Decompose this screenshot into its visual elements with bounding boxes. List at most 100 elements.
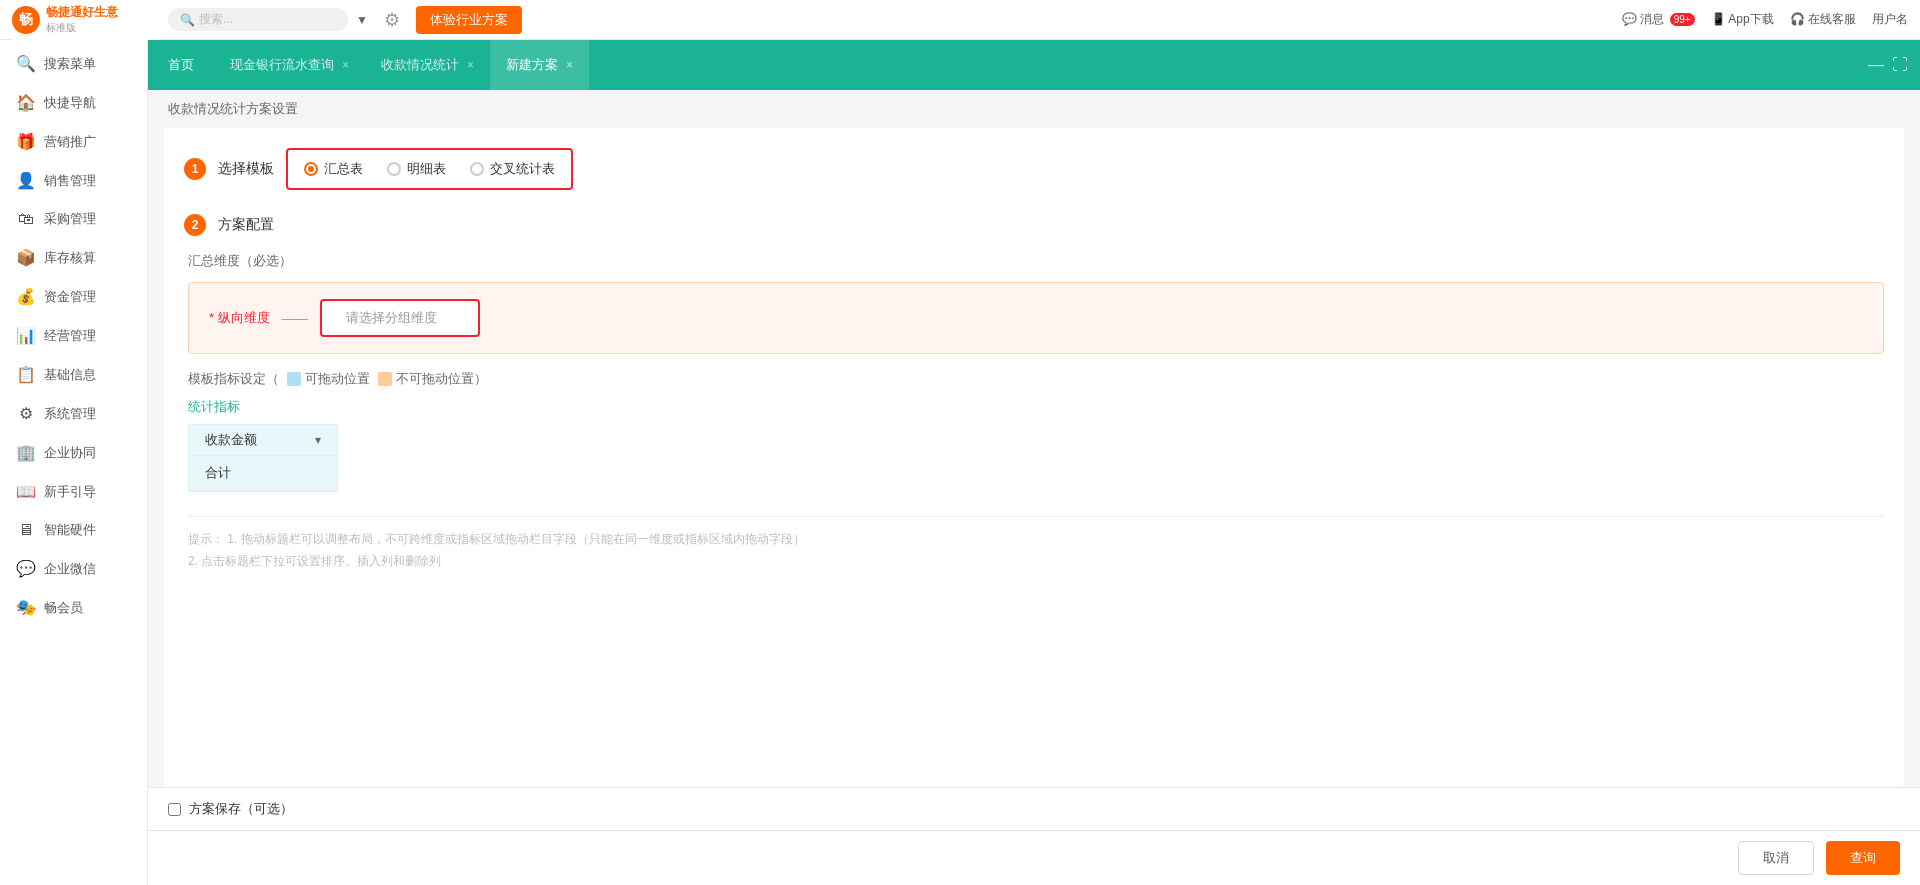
settings-icon[interactable]: ⚙ (384, 9, 400, 31)
basic-icon: 📋 (16, 365, 36, 384)
draggable-badge (287, 372, 301, 386)
save-checkbox[interactable] (168, 803, 181, 816)
non-draggable-badge (378, 372, 392, 386)
sidebar-item-marketing[interactable]: 🎁 营销推广 (0, 122, 147, 161)
top-search-bar: 🔍 搜索... (168, 8, 348, 31)
hardware-icon: 🖥 (16, 521, 36, 539)
message-icon: 💬 (1622, 12, 1637, 26)
dimension-section-label: 汇总维度（必选） (188, 252, 1884, 270)
radio-summary-circle (304, 162, 318, 176)
logo-area: 畅 畅捷通好生意 标准版 (12, 0, 160, 45)
sidebar-nav: 🔍 搜索菜单 🏠 快捷导航 🎁 营销推广 👤 销售管理 🛍 采购管理 📦 (0, 40, 147, 885)
tab-minimize-icon[interactable]: — (1868, 56, 1884, 74)
sidebar-label-finance: 资金管理 (44, 288, 96, 306)
metrics-chevron-icon: ▾ (315, 433, 321, 447)
sidebar-item-inventory[interactable]: 📦 库存核算 (0, 238, 147, 277)
cancel-button[interactable]: 取消 (1738, 841, 1814, 875)
tab-new[interactable]: 新建方案 × (490, 40, 589, 90)
sidebar-label-wechat: 企业微信 (44, 560, 96, 578)
sidebar-item-search[interactable]: 🔍 搜索菜单 (0, 44, 147, 83)
tab-new-close[interactable]: × (566, 58, 573, 72)
tab-expand-icon[interactable]: ⛶ (1892, 56, 1908, 74)
download-area[interactable]: 📱 App下载 (1711, 11, 1774, 28)
sidebar-item-operation[interactable]: 📊 经营管理 (0, 316, 147, 355)
dimension-row: * 纵向维度 —— 请选择分组维度 (209, 299, 1863, 337)
user-name: 用户名 (1872, 11, 1908, 28)
sidebar-label-operation: 经营管理 (44, 327, 96, 345)
dimension-placeholder-btn[interactable]: 请选择分组维度 (320, 299, 480, 337)
sidebar-label-sales: 销售管理 (44, 172, 96, 190)
sidebar-item-member[interactable]: 🎭 畅会员 (0, 588, 147, 627)
action-bar: 取消 查询 (148, 830, 1920, 885)
message-area[interactable]: 💬 消息 99+ (1622, 11, 1695, 28)
top-bar-right: 💬 消息 99+ 📱 App下载 🎧 在线客服 用户名 (1622, 11, 1908, 28)
sidebar-item-wechat[interactable]: 💬 企业微信 (0, 549, 147, 588)
radio-detail-label: 明细表 (407, 160, 446, 178)
support-area[interactable]: 🎧 在线客服 (1790, 11, 1856, 28)
tip-title: 提示： 1. 拖动标题栏可以调整布局，不可跨维度或指标区域拖动栏目字段（只能在同… (188, 529, 1884, 551)
sidebar-item-collab[interactable]: 🏢 企业协同 (0, 433, 147, 472)
purchase-icon: 🛍 (16, 210, 36, 228)
sidebar-label-search: 搜索菜单 (44, 55, 96, 73)
metrics-group-label: 统计指标 (188, 398, 1884, 416)
radio-cross-circle (470, 162, 484, 176)
form-container: 1 选择模板 汇总表 明细表 (164, 128, 1904, 787)
sidebar-item-hardware[interactable]: 🖥 智能硬件 (0, 511, 147, 549)
marketing-icon: 🎁 (16, 132, 36, 151)
tab-bank-close[interactable]: × (342, 58, 349, 72)
sidebar-label-inventory: 库存核算 (44, 249, 96, 267)
content-area: 首页 现金银行流水查询 × 收款情况统计 × 新建方案 × — ⛶ 收款情况统计… (148, 40, 1920, 885)
tab-bar-right: — ⛶ (1868, 56, 1920, 74)
system-icon: ⚙ (16, 404, 36, 423)
dimension-arrow: —— (282, 311, 308, 326)
tab-bank[interactable]: 现金银行流水查询 × (214, 40, 365, 90)
radio-detail-circle (387, 162, 401, 176)
quick-nav-icon: 🏠 (16, 93, 36, 112)
dropdown-arrow[interactable]: ▼ (356, 13, 368, 27)
page-content: 收款情况统计方案设置 1 选择模板 汇总表 (148, 90, 1920, 830)
tab-receipt[interactable]: 收款情况统计 × (365, 40, 490, 90)
sidebar-item-sales[interactable]: 👤 销售管理 (0, 161, 147, 200)
main-layout: 🔍 搜索菜单 🏠 快捷导航 🎁 营销推广 👤 销售管理 🛍 采购管理 📦 (0, 40, 1920, 885)
tab-home[interactable]: 首页 (148, 40, 214, 90)
download-icon: 📱 (1711, 12, 1726, 26)
radio-cross-label: 交叉统计表 (490, 160, 555, 178)
radio-detail[interactable]: 明细表 (387, 160, 446, 178)
radio-summary[interactable]: 汇总表 (304, 160, 363, 178)
tip-line2: 2. 点击标题栏下拉可设置排序、插入列和删除列 (188, 551, 1884, 573)
metrics-table-header[interactable]: 收款金额 ▾ (189, 425, 337, 456)
step2-title: 方案配置 (218, 216, 274, 234)
message-badge: 99+ (1670, 13, 1695, 26)
tab-receipt-close[interactable]: × (467, 58, 474, 72)
search-menu-icon: 🔍 (16, 54, 36, 73)
sidebar-item-purchase[interactable]: 🛍 采购管理 (0, 200, 147, 238)
trial-btn[interactable]: 体验行业方案 (416, 6, 522, 34)
query-button[interactable]: 查询 (1826, 841, 1900, 875)
guide-icon: 📖 (16, 482, 36, 501)
tips-section: 提示： 1. 拖动标题栏可以调整布局，不可跨维度或指标区域拖动栏目字段（只能在同… (188, 516, 1884, 572)
radio-cross[interactable]: 交叉统计表 (470, 160, 555, 178)
sidebar-label-basic: 基础信息 (44, 366, 96, 384)
sidebar-item-finance[interactable]: 💰 资金管理 (0, 277, 147, 316)
sidebar-item-basic[interactable]: 📋 基础信息 (0, 355, 147, 394)
sidebar-item-system[interactable]: ⚙ 系统管理 (0, 394, 147, 433)
sidebar-label-system: 系统管理 (44, 405, 96, 423)
sidebar-item-quick[interactable]: 🏠 快捷导航 (0, 83, 147, 122)
tab-bar: 首页 现金银行流水查询 × 收款情况统计 × 新建方案 × — ⛶ (148, 40, 1920, 90)
sales-icon: 👤 (16, 171, 36, 190)
finance-icon: 💰 (16, 287, 36, 306)
metrics-section: 模板指标设定（ 可拖动位置 不可拖动位置） 统计指标 (188, 370, 1884, 492)
sidebar-label-collab: 企业协同 (44, 444, 96, 462)
step2-row: 2 方案配置 (184, 214, 1884, 236)
page-footer: 方案保存（可选） (148, 787, 1920, 830)
sidebar-item-guide[interactable]: 📖 新手引导 (0, 472, 147, 511)
inventory-icon: 📦 (16, 248, 36, 267)
sidebar-label-hardware: 智能硬件 (44, 521, 96, 539)
row-dimension-label: * 纵向维度 (209, 309, 270, 327)
dimension-area: * 纵向维度 —— 请选择分组维度 (188, 282, 1884, 354)
sidebar: 🔍 搜索菜单 🏠 快捷导航 🎁 营销推广 👤 销售管理 🛍 采购管理 📦 (0, 40, 148, 885)
step1-title: 选择模板 (218, 160, 274, 178)
support-icon: 🎧 (1790, 12, 1805, 26)
sidebar-label-marketing: 营销推广 (44, 133, 96, 151)
sidebar-label-guide: 新手引导 (44, 483, 96, 501)
